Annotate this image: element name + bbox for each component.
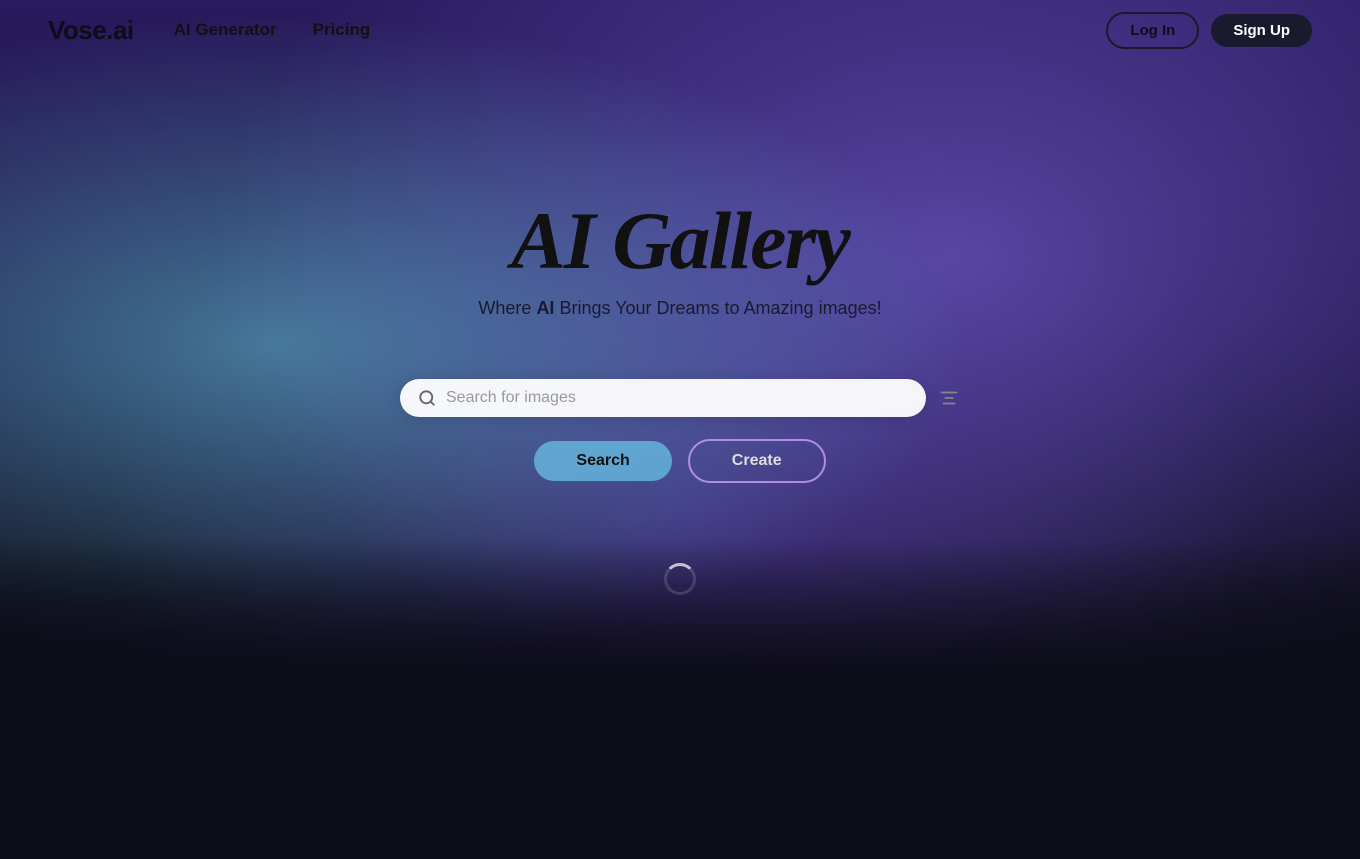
logo[interactable]: Vose.ai [48,15,134,46]
signup-button[interactable]: Sign Up [1211,14,1312,47]
nav-right: Log In Sign Up [1106,12,1312,49]
search-input[interactable] [446,389,908,407]
hero-section: AI Gallery Where AI Brings Your Dreams t… [0,200,1360,319]
search-box [400,379,926,417]
search-icon [418,389,436,407]
nav-link-ai-generator[interactable]: AI Generator [174,20,277,40]
search-buttons: Search Create [534,439,825,483]
subtitle-suffix: Brings Your Dreams to Amazing images! [554,298,881,318]
search-button[interactable]: Search [534,441,671,481]
loading-spinner [664,563,696,595]
hero-subtitle: Where AI Brings Your Dreams to Amazing i… [478,298,881,319]
search-area: Search Create [0,379,1360,483]
login-button[interactable]: Log In [1106,12,1199,49]
subtitle-ai: AI [536,298,554,318]
nav-links: AI Generator Pricing [174,20,371,40]
hero-title: AI Gallery [511,200,849,282]
filter-icon[interactable] [938,387,960,409]
subtitle-prefix: Where [478,298,536,318]
nav-link-pricing[interactable]: Pricing [313,20,371,40]
loading-area [0,563,1360,595]
navbar: Vose.ai AI Generator Pricing Log In Sign… [0,0,1360,60]
search-row [400,379,960,417]
nav-left: Vose.ai AI Generator Pricing [48,15,370,46]
create-button[interactable]: Create [688,439,826,483]
